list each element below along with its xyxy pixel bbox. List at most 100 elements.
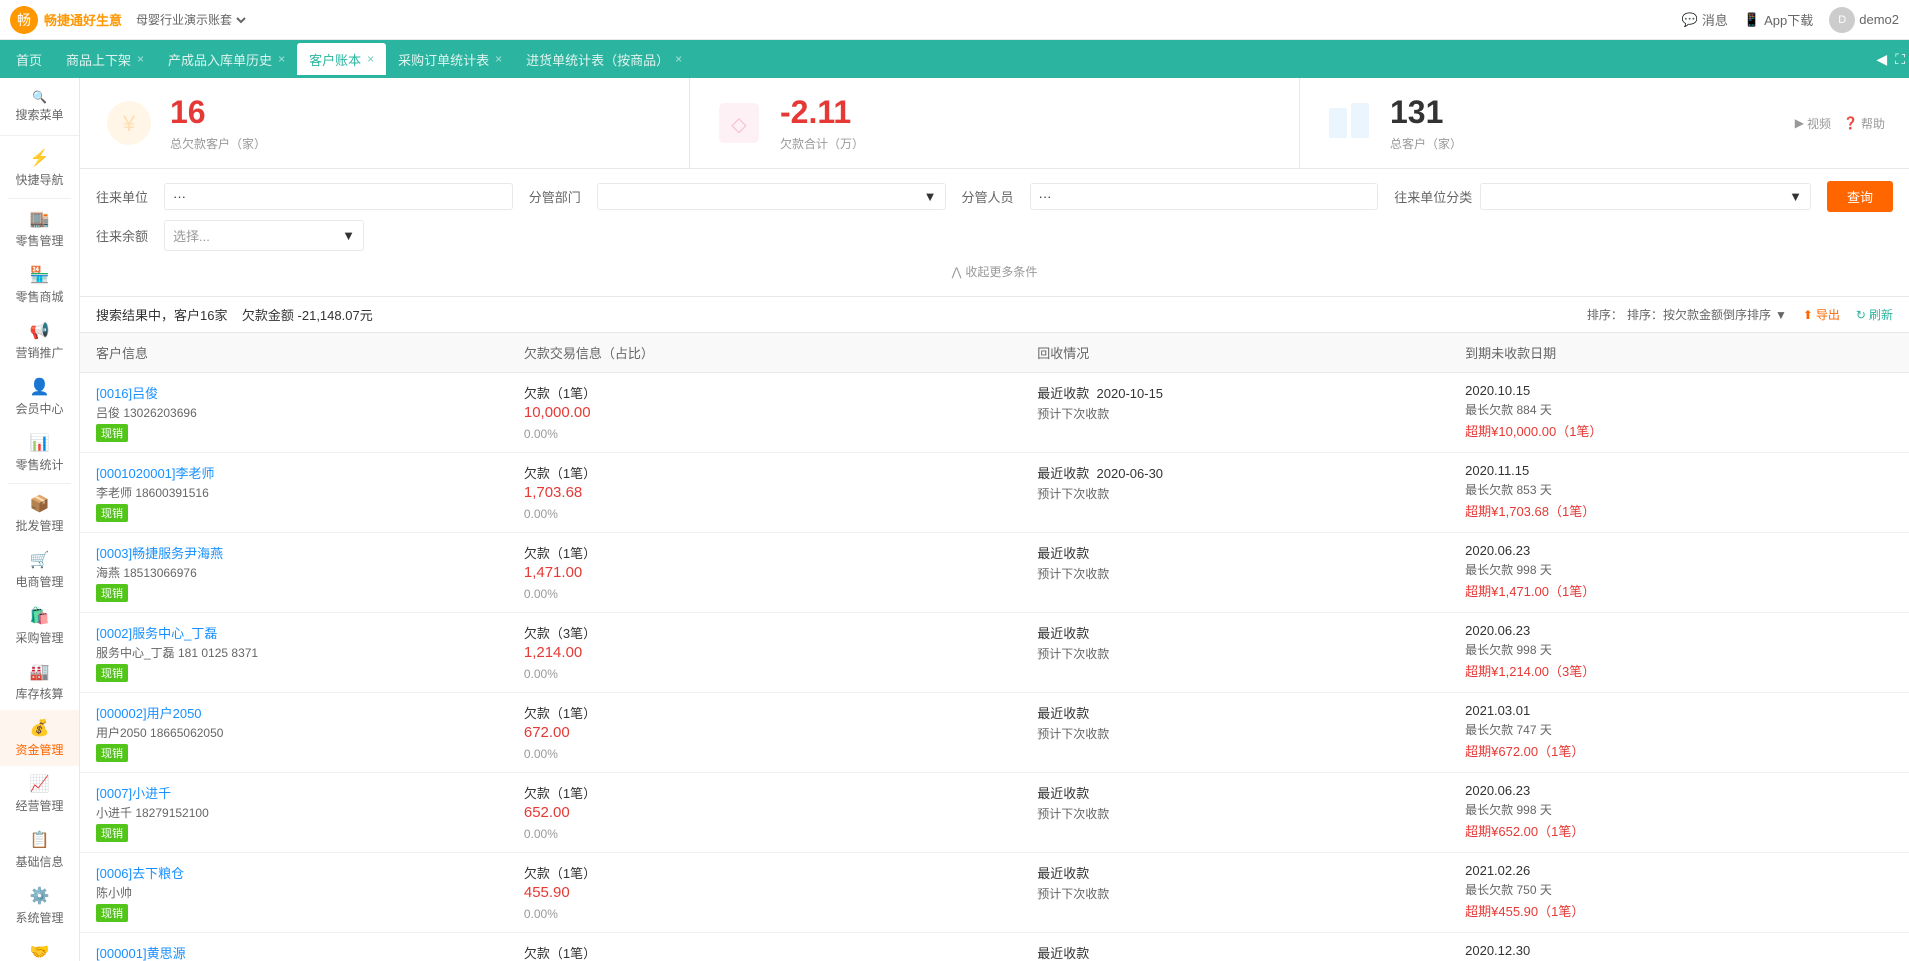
retail-mgmt-icon: 🏬 — [30, 209, 50, 229]
industry-select[interactable]: 母婴行业演示账套 — [132, 12, 249, 28]
customer-name-4[interactable]: [000002]用户2050 — [96, 703, 524, 722]
overdue-amount-0[interactable]: 超期¥10,000.00（1笔） — [1465, 421, 1893, 440]
overdue-date-7: 2020.12.30 — [1465, 943, 1893, 958]
overdue-info-2: 2020.06.23 最长欠款 998 天 超期¥1,471.00（1笔） — [1465, 543, 1893, 602]
sidebar-item-member[interactable]: 👤 会员中心 — [0, 369, 79, 425]
total-customers-label: 总客户（家） — [1390, 135, 1462, 152]
overdue-date-4: 2021.03.01 — [1465, 703, 1893, 718]
header-recovery: 回收情况 — [1037, 343, 1465, 362]
sidebar-item-business[interactable]: 📈 经营管理 — [0, 766, 79, 822]
business-icon: 📈 — [30, 774, 50, 794]
tab-production-history[interactable]: 产成品入库单历史 × — [156, 43, 297, 75]
export-btn[interactable]: ⬆ 导出 — [1803, 306, 1840, 323]
recovery-info-1: 最近收款 2020-06-30 预计下次收款 — [1037, 463, 1465, 522]
sidebar-item-marketing[interactable]: 📢 营销推广 — [0, 313, 79, 369]
sort-select[interactable]: 排序： 排序：按欠款金额倒序排序 ▼ — [1587, 306, 1787, 323]
app-icon: 📱 — [1744, 12, 1760, 28]
filter-balance: 往来余额 选择... ▼ — [96, 220, 1893, 251]
table-row: [0006]去下粮仓 陈小帅 现销 欠款（1笔） 455.90 0.00% 最近… — [80, 853, 1909, 933]
header-overdue: 到期未收款日期 — [1465, 343, 1893, 362]
source-unit-input[interactable]: ··· — [164, 183, 513, 210]
customer-name-3[interactable]: [0002]服务中心_丁磊 — [96, 623, 524, 642]
sidebar-item-enterprise[interactable]: 🤝 企业协同 — [0, 934, 79, 961]
message-btn[interactable]: 💬 消息 — [1682, 10, 1728, 29]
tab-close-stock-summary[interactable]: × — [675, 52, 682, 66]
customer-info-2: [0003]畅捷服务尹海燕 海燕 18513066976 现销 — [96, 543, 524, 602]
customer-name-1[interactable]: [0001020001]李老师 — [96, 463, 524, 482]
sidebar-item-system[interactable]: ⚙️ 系统管理 — [0, 878, 79, 934]
sidebar-item-purchase[interactable]: 🛍️ 采购管理 — [0, 598, 79, 654]
overdue-days-6: 最长欠款 750 天 — [1465, 881, 1893, 898]
overdue-days-2: 最长欠款 998 天 — [1465, 561, 1893, 578]
customer-name-0[interactable]: [0016]吕俊 — [96, 383, 524, 402]
unit-class-select[interactable]: ▼ — [1480, 183, 1811, 210]
debt-info-7: 欠款（1笔） 429.00 0.00% — [524, 943, 1037, 961]
dept-select[interactable]: ▼ — [597, 183, 946, 210]
tab-close-customer-account[interactable]: × — [367, 52, 374, 66]
sidebar-item-finance[interactable]: 💰 资金管理 — [0, 710, 79, 766]
app-download-btn[interactable]: 📱 App下载 — [1744, 10, 1813, 29]
recovery-next-0: 预计下次收款 — [1037, 405, 1465, 422]
overdue-info-6: 2021.02.26 最长欠款 750 天 超期¥455.90（1笔） — [1465, 863, 1893, 922]
refresh-icon: ↻ — [1856, 308, 1866, 322]
tab-stock-summary[interactable]: 进货单统计表（按商品） × — [514, 43, 694, 75]
debt-amount-4: 672.00 — [524, 724, 1037, 741]
view-video-btn[interactable]: ▶ 视频 — [1795, 115, 1831, 132]
overdue-amount-2[interactable]: 超期¥1,471.00（1笔） — [1465, 581, 1893, 600]
balance-label: 往来余额 — [96, 226, 156, 245]
customer-phone-3: 服务中心_丁磊 181 0125 8371 — [96, 644, 524, 661]
query-btn[interactable]: 查询 — [1827, 181, 1893, 212]
customer-name-2[interactable]: [0003]畅捷服务尹海燕 — [96, 543, 524, 562]
sidebar-item-ecommerce[interactable]: 🛒 电商管理 — [0, 542, 79, 598]
tab-expand-icon[interactable]: ⛶ — [1895, 51, 1905, 68]
tab-close-production-history[interactable]: × — [278, 52, 285, 66]
sidebar-item-retail-mgmt[interactable]: 🏬 零售管理 — [0, 201, 79, 257]
recovery-info-7: 最近收款 预计下次收款 — [1037, 943, 1465, 961]
customer-phone-4: 用户2050 18665062050 — [96, 724, 524, 741]
filter-dept: 分管部门 ▼ — [529, 183, 946, 210]
tab-bar-actions: ◀ ⛶ — [1876, 51, 1905, 68]
refresh-btn[interactable]: ↻ 刷新 — [1856, 306, 1893, 323]
help-btn[interactable]: ❓ 帮助 — [1843, 115, 1885, 132]
sidebar-item-quick-nav[interactable]: ⚡ 快捷导航 — [0, 140, 79, 196]
customer-name-6[interactable]: [0006]去下粮仓 — [96, 863, 524, 882]
tab-close-purchase-order[interactable]: × — [495, 52, 502, 66]
overdue-amount-6[interactable]: 超期¥455.90（1笔） — [1465, 901, 1893, 920]
recovery-recent-7: 最近收款 — [1037, 943, 1465, 961]
recovery-next-4: 预计下次收款 — [1037, 725, 1465, 742]
overdue-date-6: 2021.02.26 — [1465, 863, 1893, 878]
sidebar-item-inventory[interactable]: 🏭 库存核算 — [0, 654, 79, 710]
total-customers-info: 131 总客户（家） — [1390, 94, 1462, 152]
user-menu[interactable]: D demo2 — [1829, 7, 1899, 33]
overdue-days-4: 最长欠款 747 天 — [1465, 721, 1893, 738]
person-input[interactable]: ··· — [1030, 183, 1379, 210]
overdue-date-3: 2020.06.23 — [1465, 623, 1893, 638]
sidebar-item-retail-mall[interactable]: 🏪 零售商城 — [0, 257, 79, 313]
customer-name-5[interactable]: [0007]小进千 — [96, 783, 524, 802]
tab-purchase-order[interactable]: 采购订单统计表 × — [386, 43, 514, 75]
sidebar-item-retail-stats[interactable]: 📊 零售统计 — [0, 425, 79, 481]
filter-row-1: 往来单位 ··· 分管部门 ▼ 分管人员 — [96, 181, 1893, 212]
tab-home[interactable]: 首页 — [4, 43, 54, 75]
tab-prev-icon[interactable]: ◀ — [1876, 51, 1887, 68]
debt-count-6: 欠款（1笔） — [524, 863, 1037, 882]
debt-amount-value: -2.11 — [780, 94, 864, 131]
tab-customer-account[interactable]: 客户账本 × — [297, 43, 386, 75]
sidebar-item-batch-mgmt[interactable]: 📦 批发管理 — [0, 486, 79, 542]
collapse-btn[interactable]: ⋀ 收起更多条件 — [96, 259, 1893, 284]
sidebar-item-basic-info[interactable]: 📋 基础信息 — [0, 822, 79, 878]
debt-amount-3: 1,214.00 — [524, 644, 1037, 661]
overdue-amount-1[interactable]: 超期¥1,703.68（1笔） — [1465, 501, 1893, 520]
overdue-amount-5[interactable]: 超期¥652.00（1笔） — [1465, 821, 1893, 840]
tab-product-shelf[interactable]: 商品上下架 × — [54, 43, 156, 75]
top-bar: 畅 畅捷通好生意 母婴行业演示账套 💬 消息 📱 App下载 D demo2 — [0, 0, 1909, 40]
overdue-days-1: 最长欠款 853 天 — [1465, 481, 1893, 498]
customer-name-7[interactable]: [000001]黄思源 — [96, 943, 524, 961]
debt-customers-icon: ¥ — [104, 98, 154, 148]
overdue-amount-4[interactable]: 超期¥672.00（1笔） — [1465, 741, 1893, 760]
sidebar-search-btn[interactable]: 🔍 搜索菜单 — [4, 86, 75, 127]
tab-close-product-shelf[interactable]: × — [137, 52, 144, 66]
debt-amount-label: 欠款合计（万） — [780, 135, 864, 152]
overdue-amount-3[interactable]: 超期¥1,214.00（3笔） — [1465, 661, 1893, 680]
balance-select[interactable]: 选择... ▼ — [164, 220, 364, 251]
